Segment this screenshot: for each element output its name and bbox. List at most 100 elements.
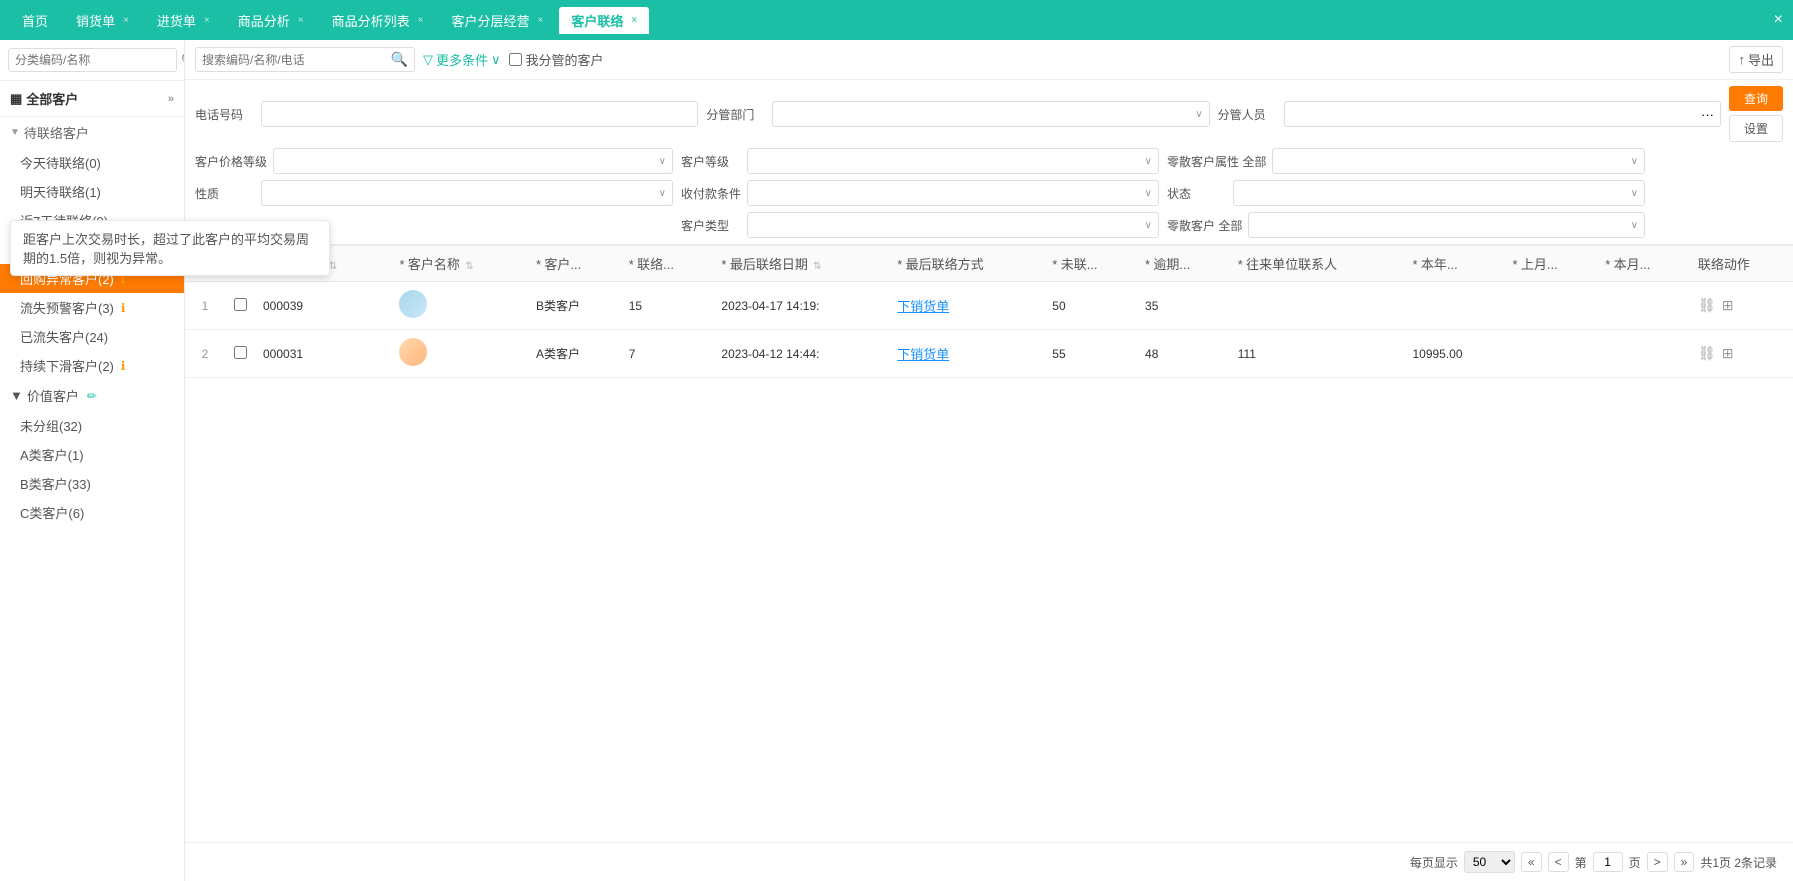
row-2-avatar [399, 338, 427, 366]
export-button[interactable]: ↑ 导出 [1729, 46, 1783, 73]
next-page-button[interactable]: > [1647, 852, 1668, 872]
row-2-method-link[interactable]: 下销货单 [897, 347, 949, 362]
table-header-row: ⚙ * 客户编码 ⇅ * 客户名称 ⇅ [185, 246, 1793, 282]
row-2-check [225, 330, 255, 378]
col-header-this-month[interactable]: * 本月... [1597, 246, 1690, 282]
row-1-last-contact-method: 下销货单 [889, 282, 1044, 330]
export-icon: ↑ [1738, 52, 1745, 67]
sidebar-item-churn-warning[interactable]: 流失预警客户(3) ℹ [0, 293, 184, 322]
search-input[interactable] [202, 53, 391, 67]
filter-scattered-customer-field: 零散客户 全部 ∨ [1167, 212, 1645, 238]
filter-phone-field: 电话号码 [195, 101, 698, 127]
row-1-checkbox[interactable] [234, 298, 247, 311]
close-analysis-list-tab-icon[interactable]: × [418, 15, 424, 26]
status-select[interactable]: ∨ [1233, 180, 1645, 206]
sidebar-item-churned[interactable]: 已流失客户(24) [0, 322, 184, 351]
close-sales-tab-icon[interactable]: × [123, 15, 129, 26]
row-2-this-year: 10995.00 [1404, 330, 1504, 378]
row-2-contact: 7 [621, 330, 714, 378]
filter-row-3: 性质 ∨ 收付款条件 ∨ 状态 [195, 180, 1783, 206]
row-2-checkbox[interactable] [234, 346, 247, 359]
scattered-customer-select[interactable]: ∨ [1248, 212, 1645, 238]
customer-grade-select[interactable]: ∨ [747, 148, 1159, 174]
settings-button[interactable]: 设置 [1729, 115, 1783, 142]
last-page-button[interactable]: » [1674, 852, 1695, 872]
sidebar-item-declining[interactable]: 持续下滑客户(2) ℹ [0, 351, 184, 380]
dept-select[interactable]: ∨ [772, 101, 1209, 127]
col-header-not-contact[interactable]: * 未联... [1044, 246, 1137, 282]
main-layout: 🔍 ▦ 全部客户 » ▼ 待联络客户 今天待联络(0) 明天待联络(1) 近7天… [0, 40, 1793, 881]
scattered-attr-select[interactable]: ∨ [1272, 148, 1645, 174]
nav-tab-purchase[interactable]: 进货单 × [145, 7, 222, 34]
row-1-method-link[interactable]: 下销货单 [897, 299, 949, 314]
row-1-contacts [1230, 282, 1405, 330]
col-header-contacts[interactable]: * 往来单位联系人 [1230, 246, 1405, 282]
filter-icon: ▽ [423, 52, 433, 68]
row-2-link-icon[interactable]: ⛓ [1698, 345, 1716, 362]
page-number-input[interactable] [1593, 852, 1623, 872]
chevron-down-icon-status: ∨ [1631, 188, 1638, 199]
pending-contact-group[interactable]: ▼ 待联络客户 [0, 117, 184, 148]
warning-icon-3: ℹ [121, 359, 126, 373]
row-1-code: 000039 [255, 282, 391, 330]
all-customers-section[interactable]: ▦ 全部客户 » [0, 81, 184, 117]
sidebar-item-tomorrow[interactable]: 明天待联络(1) [0, 177, 184, 206]
sort-icon-date: ⇅ [813, 261, 821, 272]
collapse-sidebar-icon[interactable]: » [168, 93, 174, 105]
col-header-last-contact-method[interactable]: * 最后联络方式 [889, 246, 1044, 282]
nav-tab-customer-mgmt[interactable]: 客户分层经营 × [439, 7, 555, 34]
customer-type-select[interactable]: ∨ [747, 212, 1159, 238]
my-customers-checkbox[interactable] [509, 53, 522, 66]
nature-select[interactable]: ∨ [261, 180, 673, 206]
page-size-select[interactable]: 50 100 200 [1464, 851, 1515, 873]
sidebar-item-c-class[interactable]: C类客户(6) [0, 498, 184, 527]
nav-tab-home[interactable]: 首页 [10, 7, 60, 34]
sidebar-search-input[interactable] [8, 48, 177, 72]
col-header-last-contact-date[interactable]: * 最后联络日期 ⇅ [713, 246, 889, 282]
close-analysis-tab-icon[interactable]: × [298, 15, 304, 26]
close-all-tabs-button[interactable]: × [1774, 11, 1783, 29]
row-1-check [225, 282, 255, 330]
col-header-contact[interactable]: * 联络... [621, 246, 714, 282]
col-header-name[interactable]: * 客户名称 ⇅ [391, 246, 527, 282]
search-button-icon[interactable]: 🔍 [391, 51, 408, 68]
row-2-grid-icon[interactable]: ⊞ [1722, 345, 1734, 362]
close-customer-mgmt-tab-icon[interactable]: × [537, 15, 543, 26]
row-1-grid-icon[interactable]: ⊞ [1722, 297, 1734, 314]
col-header-type[interactable]: * 客户... [528, 246, 621, 282]
edit-icon[interactable]: ✏ [87, 389, 97, 403]
sidebar-item-today[interactable]: 今天待联络(0) [0, 148, 184, 177]
col-header-overdue[interactable]: * 逾期... [1137, 246, 1230, 282]
chevron-down-icon-price: ∨ [659, 156, 666, 167]
sidebar-item-a-class[interactable]: A类客户(1) [0, 440, 184, 469]
col-header-last-month[interactable]: * 上月... [1504, 246, 1597, 282]
pagination: 每页显示 50 100 200 « < 第 页 > » 共1页 2条记录 [185, 842, 1793, 881]
nav-tab-sales[interactable]: 销货单 × [64, 7, 141, 34]
value-customers-group[interactable]: ▼ 价值客户 ✏ [0, 380, 184, 411]
filter-dept-field: 分管部门 ∨ [706, 101, 1209, 127]
phone-input[interactable] [261, 101, 698, 127]
table-area[interactable]: ⚙ * 客户编码 ⇅ * 客户名称 ⇅ [185, 245, 1793, 842]
nav-tab-customer-contact[interactable]: 客户联络 × [559, 7, 649, 34]
more-conditions-button[interactable]: ▽ 更多条件 ∨ [423, 50, 501, 69]
filter-scattered-attr-field: 零散客户属性 全部 ∨ [1167, 148, 1645, 174]
close-customer-contact-tab-icon[interactable]: × [631, 15, 637, 26]
prev-page-button[interactable]: < [1548, 852, 1569, 872]
payment-select[interactable]: ∨ [747, 180, 1159, 206]
query-button[interactable]: 查询 [1729, 86, 1783, 111]
top-navigation: 首页 销货单 × 进货单 × 商品分析 × 商品分析列表 × 客户分层经营 × … [0, 0, 1793, 40]
sidebar-item-ungrouped[interactable]: 未分组(32) [0, 411, 184, 440]
filter-row-1: 电话号码 分管部门 ∨ 分管人员 ··· [195, 86, 1783, 142]
first-page-button[interactable]: « [1521, 852, 1542, 872]
row-1-last-contact-date: 2023-04-17 14:19: [713, 282, 889, 330]
price-grade-select[interactable]: ∨ [273, 148, 673, 174]
row-1-link-icon[interactable]: ⛓ [1698, 297, 1716, 314]
nav-tab-analysis[interactable]: 商品分析 × [226, 7, 316, 34]
person-select[interactable]: ··· [1284, 101, 1721, 127]
close-purchase-tab-icon[interactable]: × [204, 15, 210, 26]
sidebar-item-b-class[interactable]: B类客户(33) [0, 469, 184, 498]
filter-bar: 🔍 ▽ 更多条件 ∨ 我分管的客户 ↑ 导出 [185, 40, 1793, 80]
col-header-this-year[interactable]: * 本年... [1404, 246, 1504, 282]
nav-tab-analysis-list[interactable]: 商品分析列表 × [320, 7, 436, 34]
grid-icon: ▦ [10, 91, 22, 107]
